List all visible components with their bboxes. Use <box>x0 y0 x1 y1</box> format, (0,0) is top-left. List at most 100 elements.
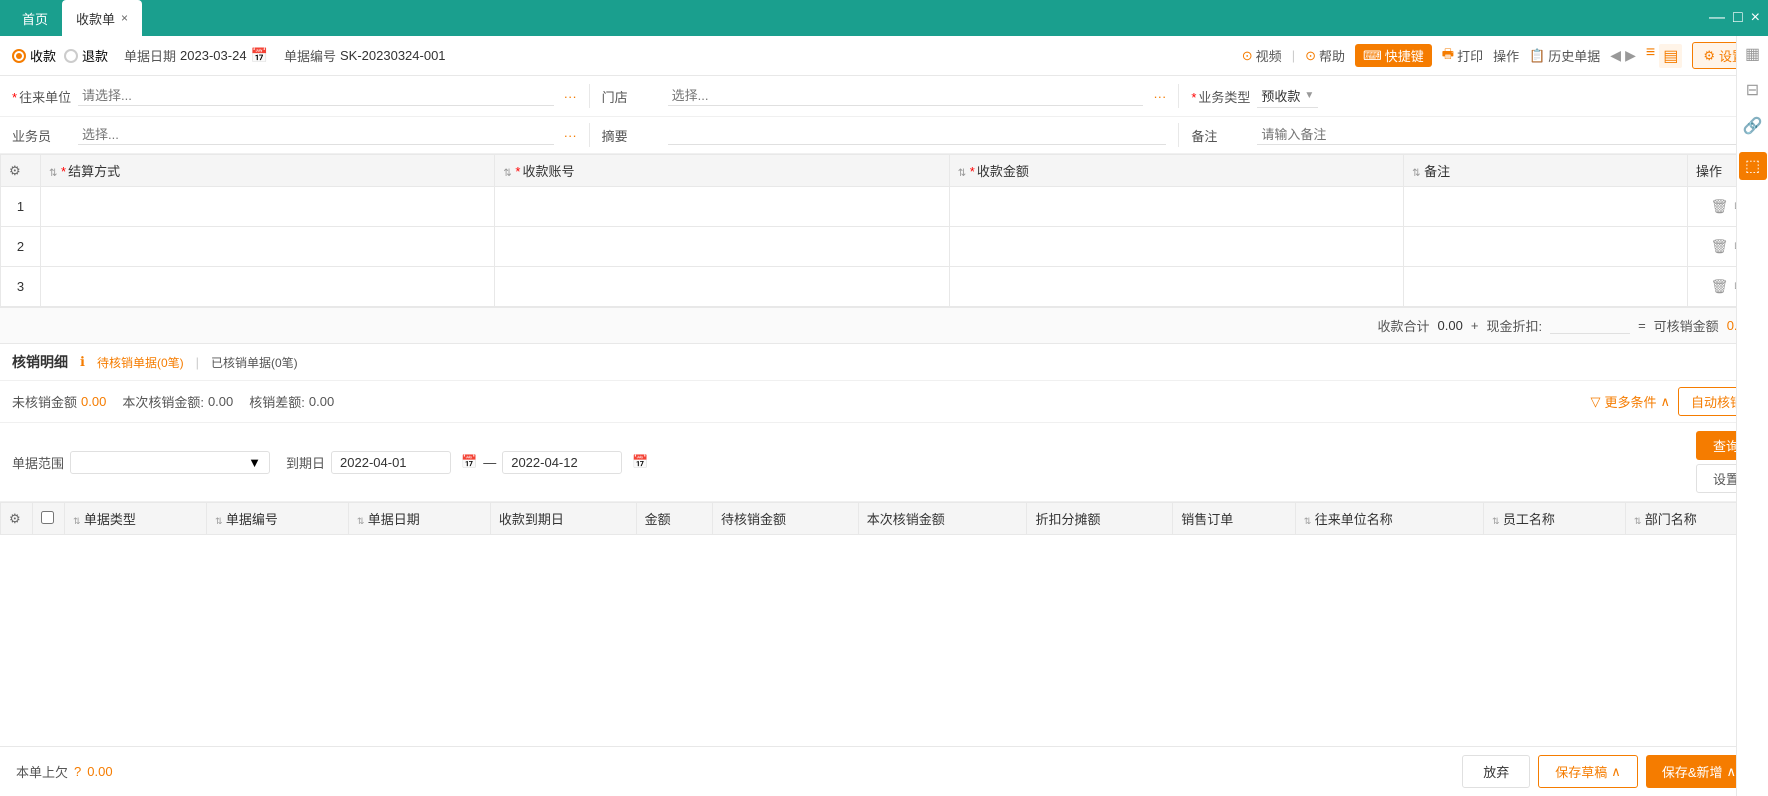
table-row: 1 🗑 ⧉ <box>1 187 1768 227</box>
equals-sign: = <box>1638 318 1646 333</box>
bottom-gear-icon[interactable]: ⚙ <box>9 511 21 526</box>
print-btn[interactable]: 🖶 打印 <box>1442 45 1483 67</box>
cal-from-icon[interactable]: 📅 <box>461 454 477 470</box>
data-table-section: ⚙ ⇅ 结算方式 ⇅ 收款账号 ⇅ 收款金额 ⇅ <box>0 154 1768 308</box>
more-conditions-btn[interactable]: ▽ 更多条件 ∧ <box>1590 392 1670 411</box>
field-sep-3 <box>589 123 590 147</box>
bottom-col-partner-label: 往来单位名称 <box>1315 512 1393 527</box>
row-2-account[interactable] <box>495 227 949 267</box>
quota-info-icon[interactable]: ? <box>74 764 81 779</box>
tab-shoukuan[interactable]: 收款单 × <box>62 0 142 36</box>
print-icon: 🖶 <box>1442 45 1454 67</box>
history-btn[interactable]: 📋 历史单据 <box>1529 46 1600 65</box>
list-view-icon[interactable]: ≡ <box>1646 44 1655 68</box>
bottom-col-amount: 金额 <box>636 503 712 535</box>
prev-arrow[interactable]: ◀ <box>1610 47 1621 64</box>
history-icon: 📋 <box>1529 48 1545 64</box>
tab-home[interactable]: 首页 <box>8 0 62 36</box>
tab-close-icon[interactable]: × <box>121 11 128 25</box>
date-to-input[interactable] <box>502 451 622 474</box>
unverified-field: 未核销金额 0.00 <box>12 392 106 411</box>
operate-btn[interactable]: 操作 <box>1493 46 1519 65</box>
shortcut-btn[interactable]: ⌨ 快捷键 <box>1355 44 1432 67</box>
bottom-col-date-label: 单据日期 <box>368 512 420 527</box>
sort-type-icon: ⇅ <box>73 516 81 526</box>
close-window-icon[interactable]: × <box>1751 9 1760 27</box>
available-label: 可核销金额 <box>1654 316 1719 335</box>
partner-input[interactable] <box>78 86 554 106</box>
unverified-value: 0.00 <box>81 394 106 409</box>
bottom-col-discount: 折扣分摊额 <box>1027 503 1173 535</box>
hexiao-tab-pending[interactable]: 待核销单据(0笔) <box>97 354 184 371</box>
grid-view-icon[interactable]: ▤ <box>1659 44 1682 68</box>
row-3-delete-icon[interactable]: 🗑 <box>1711 278 1729 295</box>
main-content: 收款 退款 单据日期 2023-03-24 📅 单据编号 SK-20230324… <box>0 36 1768 796</box>
row-3-amount[interactable] <box>949 267 1403 307</box>
radio-shoukuan[interactable]: 收款 <box>12 46 56 65</box>
row-2-remark[interactable] <box>1404 227 1688 267</box>
tab-shoukuan-label: 收款单 <box>76 9 115 28</box>
sort-partner-icon: ⇅ <box>1304 516 1312 526</box>
calendar-icon[interactable]: 📅 <box>251 47 268 64</box>
doc-num-value: SK-20230324-001 <box>340 48 446 63</box>
help-icon: ⊙ <box>1305 48 1316 64</box>
sidebar-icon-4[interactable]: ⬚ <box>1739 152 1767 180</box>
row-3-settle[interactable] <box>41 267 495 307</box>
history-label: 历史单据 <box>1548 46 1600 65</box>
summary-input[interactable] <box>668 125 1167 145</box>
date-from-input[interactable] <box>331 451 451 474</box>
minimize-icon[interactable]: — <box>1709 9 1725 27</box>
table-gear-icon[interactable]: ⚙ <box>9 163 21 178</box>
sort-icon-remark: ⇅ <box>1412 168 1420 179</box>
bottom-col-type: ⇅ 单据类型 <box>65 503 207 535</box>
range-select[interactable]: ▼ <box>70 451 270 474</box>
bottom-col-gear: ⚙ <box>1 503 33 535</box>
staff-field: 业务员 ··· <box>12 125 577 145</box>
col-account-label: 收款账号 <box>515 164 574 179</box>
row-3-account[interactable] <box>495 267 949 307</box>
store-ellipsis[interactable]: ··· <box>1153 89 1166 104</box>
row-1-delete-icon[interactable]: 🗑 <box>1711 198 1729 215</box>
row-1-account[interactable] <box>495 187 949 227</box>
row-1-settle[interactable] <box>41 187 495 227</box>
form-row-1: 往来单位 ··· 门店 ··· 业务类型 预收款 ▼ <box>0 76 1768 117</box>
sidebar-icon-2[interactable]: ⊟ <box>1746 80 1759 100</box>
row-2-settle[interactable] <box>41 227 495 267</box>
select-all-checkbox[interactable] <box>41 511 54 524</box>
sidebar-icon-1[interactable]: ▦ <box>1745 44 1760 64</box>
row-2-delete-icon[interactable]: 🗑 <box>1711 238 1729 255</box>
col-amount: ⇅ 收款金额 <box>949 155 1403 187</box>
row-1-amount[interactable] <box>949 187 1403 227</box>
window-controls: — □ × <box>1709 9 1760 27</box>
shortcut-label: 快捷键 <box>1385 46 1424 65</box>
row-1-remark[interactable] <box>1404 187 1688 227</box>
maximize-icon[interactable]: □ <box>1733 9 1743 27</box>
cal-to-icon[interactable]: 📅 <box>632 454 648 470</box>
row-2-amount[interactable] <box>949 227 1403 267</box>
radio-shoukuan-label: 收款 <box>30 46 56 65</box>
row-3-remark[interactable] <box>1404 267 1688 307</box>
save-draft-btn[interactable]: 保存草稿 ∧ <box>1538 755 1638 788</box>
sidebar-icon-3[interactable]: 🔗 <box>1743 116 1763 136</box>
radio-tuikuan[interactable]: 退款 <box>64 46 108 65</box>
bottom-col-date: ⇅ 单据日期 <box>348 503 490 535</box>
abandon-btn[interactable]: 放弃 <box>1462 755 1530 788</box>
video-icon: ⊙ <box>1242 48 1253 64</box>
bottom-col-current-label: 本次核销金额 <box>867 512 945 527</box>
remark-input[interactable] <box>1257 125 1756 145</box>
store-input[interactable] <box>668 86 1144 106</box>
biz-type-select[interactable]: 预收款 ▼ <box>1257 84 1318 108</box>
next-arrow[interactable]: ▶ <box>1625 47 1636 64</box>
staff-input[interactable] <box>78 125 554 145</box>
staff-ellipsis[interactable]: ··· <box>564 128 577 143</box>
bottom-col-num-label: 单据编号 <box>226 512 278 527</box>
date-label: 到期日 <box>286 453 325 472</box>
hexiao-info-icon[interactable]: ℹ <box>80 354 85 370</box>
hexiao-tab-done[interactable]: 已核销单据(0笔) <box>211 354 298 371</box>
discount-input[interactable] <box>1550 318 1630 334</box>
chevron-down-icon: ▼ <box>1304 90 1314 101</box>
help-btn[interactable]: ⊙ 帮助 <box>1305 46 1345 65</box>
doc-num-label: 单据编号 <box>284 46 336 65</box>
video-btn[interactable]: ⊙ 视频 <box>1242 46 1282 65</box>
partner-ellipsis[interactable]: ··· <box>564 89 577 104</box>
